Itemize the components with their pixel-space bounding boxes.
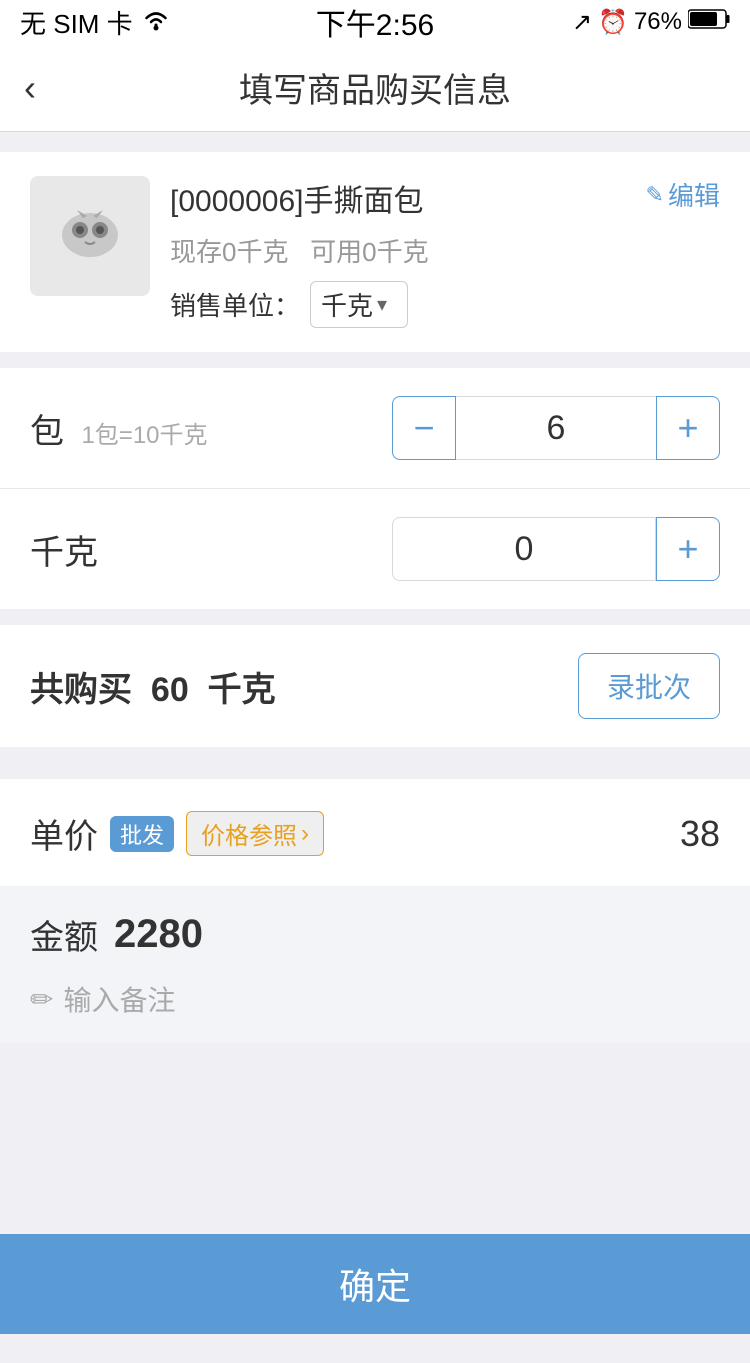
package-minus-button[interactable]: −: [392, 396, 456, 460]
amount-remark-section: 金额 2280 ✏ 输入备注: [0, 886, 750, 1043]
amount-row: 金额 2280: [30, 910, 720, 959]
edit-button[interactable]: ✎ 编辑: [646, 176, 720, 213]
alarm-icon: ⏰: [598, 8, 628, 37]
package-input-row: 包 1包=10千克 − +: [0, 368, 750, 489]
price-ref-label: 价格参照: [201, 816, 297, 851]
amount-value: 2280: [114, 912, 203, 957]
unit-dropdown-arrow: ▾: [377, 292, 387, 317]
product-thumb-icon: [55, 200, 125, 272]
status-bar: 无 SIM 卡 下午2:56 ↗ ⏰ 76%: [0, 0, 750, 44]
product-card: [0000006]手撕面包 现存0千克 可用0千克 销售单位： 千克 ▾ ✎ 编…: [0, 152, 750, 352]
product-stock: 现存0千克 可用0千克: [170, 232, 720, 269]
unit-label: 销售单位：: [170, 286, 300, 323]
package-plus-button[interactable]: +: [656, 396, 720, 460]
price-ref-button[interactable]: 价格参照 ›: [186, 811, 324, 856]
package-quantity-control: − +: [392, 396, 720, 460]
kilogram-quantity-control: +: [392, 517, 720, 581]
price-tag-badge: 批发: [110, 816, 174, 852]
kilogram-label: 千克: [30, 525, 392, 574]
unit-value: 千克: [321, 286, 373, 323]
edit-icon: ✎: [646, 182, 664, 208]
product-thumbnail: [30, 176, 150, 296]
kilogram-qty-input[interactable]: [392, 517, 656, 581]
back-button[interactable]: ‹: [24, 67, 36, 109]
wifi-icon: [141, 7, 171, 38]
edit-label: 编辑: [668, 176, 720, 213]
record-batch-button[interactable]: 录批次: [578, 653, 720, 719]
separator-3: [0, 747, 750, 763]
remark-row[interactable]: ✏ 输入备注: [30, 979, 720, 1019]
product-name: [0000006]手撕面包: [170, 176, 720, 220]
carrier-text: 无 SIM 卡: [20, 4, 133, 41]
total-row: 共购买 60 千克 录批次: [0, 625, 750, 747]
price-ref-arrow: ›: [301, 820, 309, 848]
status-time: 下午2:56: [316, 0, 434, 44]
price-row: 单价 批发 价格参照 › 38: [30, 809, 720, 858]
amount-label: 金额: [30, 910, 98, 959]
price-label-group: 单价 批发 价格参照 ›: [30, 809, 324, 858]
kilogram-input-row: 千克 +: [0, 489, 750, 609]
confirm-button[interactable]: 确定: [0, 1234, 750, 1334]
location-icon: ↗: [572, 8, 592, 37]
package-sublabel: 1包=10千克: [81, 422, 207, 449]
separator-2: [0, 609, 750, 625]
status-right: ↗ ⏰ 76%: [572, 8, 730, 37]
unit-selector[interactable]: 千克 ▾: [310, 281, 408, 328]
status-carrier: 无 SIM 卡: [20, 4, 171, 41]
package-label: 包 1包=10千克: [30, 404, 392, 453]
package-qty-input[interactable]: [456, 396, 656, 460]
price-section: 单价 批发 价格参照 › 38 金额 2280 ✏ 输入备注: [0, 779, 750, 1043]
separator-1: [0, 352, 750, 368]
battery-text: 76%: [634, 8, 682, 36]
package-input-section: 包 1包=10千克 − + 千克 +: [0, 368, 750, 609]
page-title: 填写商品购买信息: [239, 63, 511, 112]
total-amount: 60: [151, 671, 189, 709]
price-label: 单价: [30, 809, 98, 858]
edit-remark-icon: ✏: [30, 983, 53, 1016]
price-value: 38: [680, 813, 720, 855]
total-label: 共购买 60 千克: [30, 662, 276, 711]
battery-icon: [688, 8, 730, 37]
product-info: [0000006]手撕面包 现存0千克 可用0千克 销售单位： 千克 ▾: [170, 176, 720, 328]
product-unit-row: 销售单位： 千克 ▾: [170, 281, 720, 328]
remark-placeholder: 输入备注: [63, 979, 175, 1019]
nav-bar: ‹ 填写商品购买信息: [0, 44, 750, 132]
kilogram-plus-button[interactable]: +: [656, 517, 720, 581]
